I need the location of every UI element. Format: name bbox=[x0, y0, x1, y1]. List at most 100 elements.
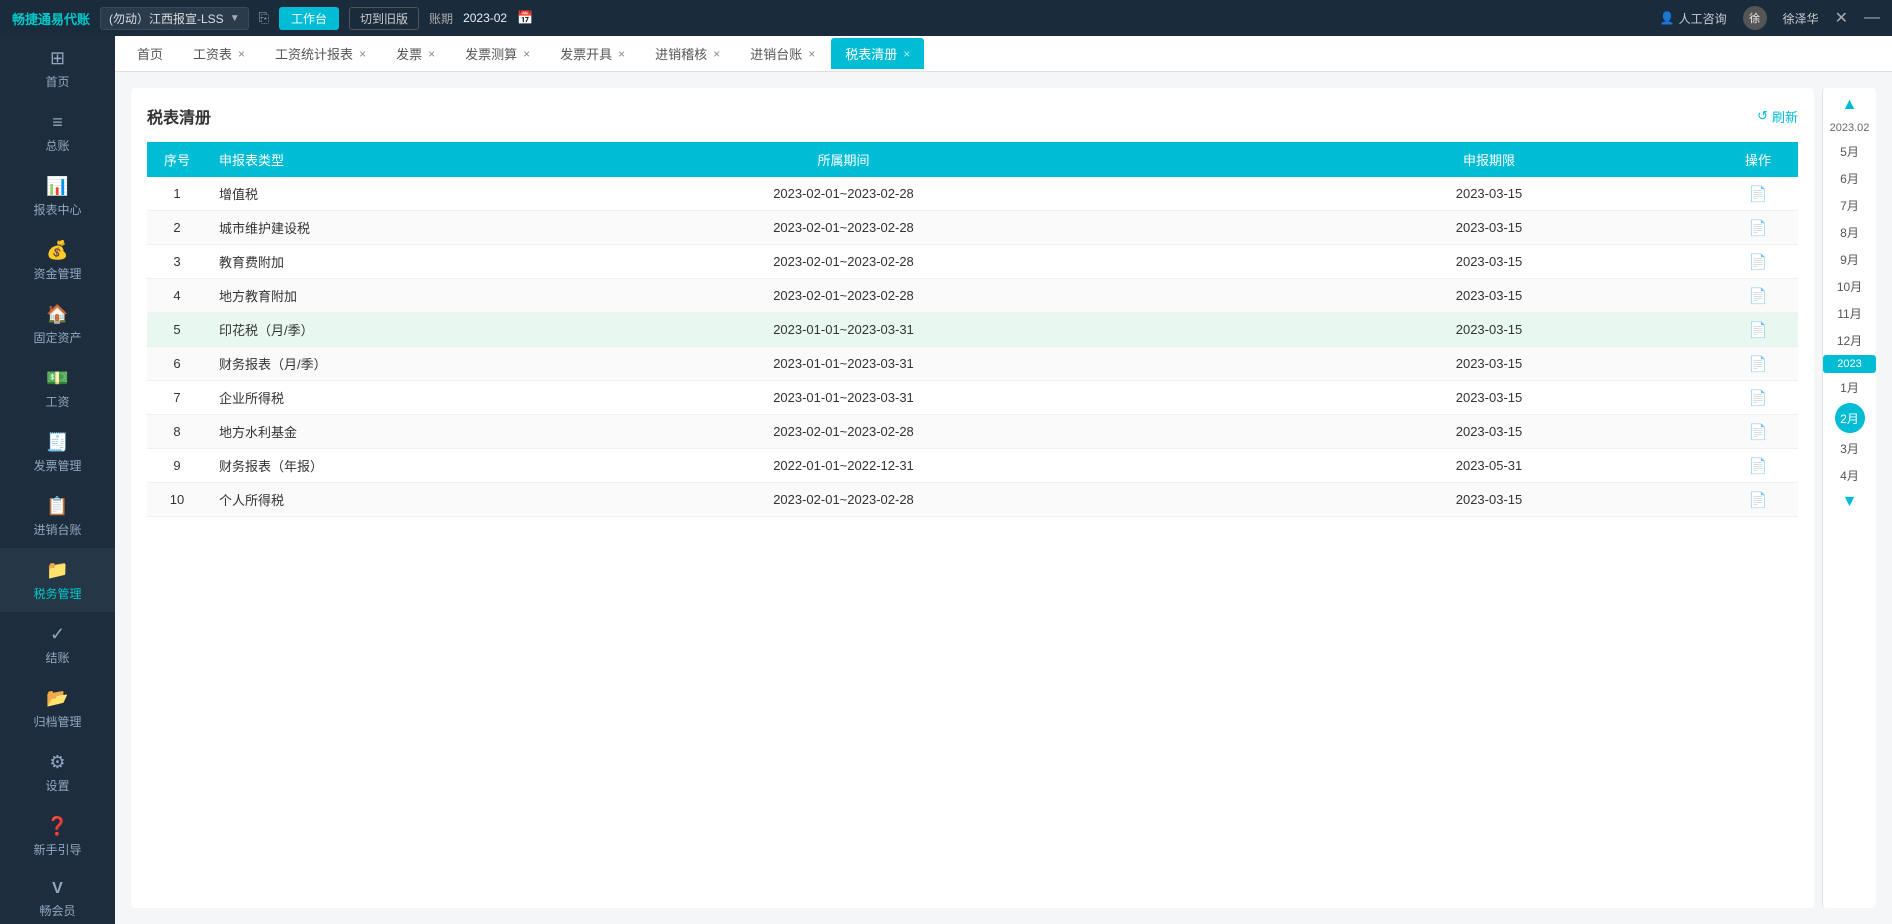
col-type: 申报表类型 bbox=[207, 142, 427, 177]
sidebar-item-in-out[interactable]: 📋 进销台账 bbox=[0, 484, 115, 548]
cell-period: 2023-01-01~2023-03-31 bbox=[427, 347, 1260, 381]
sidebar-item-settings[interactable]: ⚙ 设置 bbox=[0, 740, 115, 804]
edit-icon[interactable]: 📄 bbox=[1749, 492, 1768, 509]
cell-action: 📄 bbox=[1718, 313, 1798, 347]
cell-type: 企业所得税 bbox=[207, 381, 427, 415]
sidebar-item-home[interactable]: ⊞ 首页 bbox=[0, 36, 115, 100]
cell-no: 3 bbox=[147, 245, 207, 279]
timeline-month-11[interactable]: 11月 bbox=[1823, 300, 1876, 327]
sidebar-item-invoice[interactable]: 🧾 发票管理 bbox=[0, 420, 115, 484]
edit-icon[interactable]: 📄 bbox=[1749, 288, 1768, 305]
timeline-month-3[interactable]: 3月 bbox=[1823, 435, 1876, 462]
timeline-year-2023[interactable]: 2023 bbox=[1823, 355, 1876, 373]
cell-action: 📄 bbox=[1718, 449, 1798, 483]
cell-type: 地方教育附加 bbox=[207, 279, 427, 313]
human-consult-btn[interactable]: 👤 人工咨询 bbox=[1660, 10, 1727, 27]
tab-label-in-out-check: 进销稽核 bbox=[655, 44, 707, 63]
close-icon[interactable]: × bbox=[428, 47, 435, 61]
cell-deadline: 2023-03-15 bbox=[1260, 279, 1718, 313]
edit-icon[interactable]: 📄 bbox=[1749, 220, 1768, 237]
edit-icon[interactable]: 📄 bbox=[1749, 424, 1768, 441]
tab-payroll-stats[interactable]: 工资统计报表 × bbox=[261, 38, 380, 69]
edit-icon[interactable]: 📄 bbox=[1749, 356, 1768, 373]
sidebar-label-invoice: 发票管理 bbox=[33, 457, 81, 474]
tab-tax-clearance[interactable]: 税表清册 × bbox=[831, 38, 924, 69]
company-selector[interactable]: (勿动）江西报宣-LSS ▼ bbox=[100, 7, 249, 30]
cell-action: 📄 bbox=[1718, 245, 1798, 279]
close-icon[interactable]: × bbox=[238, 47, 245, 61]
copy-icon[interactable]: ⎘ bbox=[259, 10, 269, 26]
timeline-month-10[interactable]: 10月 bbox=[1823, 273, 1876, 300]
cell-action: 📄 bbox=[1718, 347, 1798, 381]
main-panel: 税表清册 ↺ 刷新 序号 申报表类型 所属期间 申报期限 操作 bbox=[131, 88, 1814, 908]
user-name[interactable]: 徐泽华 bbox=[1783, 10, 1819, 27]
sidebar-label-member: 畅会员 bbox=[39, 902, 75, 919]
sidebar-item-fund[interactable]: 💰 资金管理 bbox=[0, 228, 115, 292]
refresh-button[interactable]: ↺ 刷新 bbox=[1757, 107, 1798, 126]
sidebar-item-ledger[interactable]: ≡ 总账 bbox=[0, 100, 115, 164]
settlement-icon: ✓ bbox=[50, 624, 65, 645]
tab-invoice[interactable]: 发票 × bbox=[382, 38, 449, 69]
timeline-month-9[interactable]: 9月 bbox=[1823, 246, 1876, 273]
sidebar-label-tax: 税务管理 bbox=[33, 585, 81, 602]
sidebar-item-salary[interactable]: 💵 工资 bbox=[0, 356, 115, 420]
workbench-button[interactable]: 工作台 bbox=[279, 7, 339, 30]
timeline-nav-up[interactable]: ▲ bbox=[1838, 92, 1862, 118]
cell-deadline: 2023-03-15 bbox=[1260, 313, 1718, 347]
tab-payroll[interactable]: 工资表 × bbox=[179, 38, 259, 69]
timeline-month-7[interactable]: 7月 bbox=[1823, 192, 1876, 219]
edit-icon[interactable]: 📄 bbox=[1749, 254, 1768, 271]
switch-old-button[interactable]: 切到旧版 bbox=[349, 7, 419, 30]
sidebar-item-member[interactable]: V 畅会员 bbox=[0, 868, 115, 924]
sidebar-item-report[interactable]: 📊 报表中心 bbox=[0, 164, 115, 228]
timeline-month-4[interactable]: 4月 bbox=[1823, 462, 1876, 489]
edit-icon[interactable]: 📄 bbox=[1749, 390, 1768, 407]
close-window-icon[interactable]: ✕ bbox=[1835, 8, 1848, 28]
sidebar-item-guide[interactable]: ❓ 新手引导 bbox=[0, 804, 115, 868]
tab-invoice-calc[interactable]: 发票测算 × bbox=[451, 38, 544, 69]
timeline-month-5[interactable]: 5月 bbox=[1823, 138, 1876, 165]
col-deadline: 申报期限 bbox=[1260, 142, 1718, 177]
sidebar-item-fixed-assets[interactable]: 🏠 固定资产 bbox=[0, 292, 115, 356]
timeline-month-8[interactable]: 8月 bbox=[1823, 219, 1876, 246]
timeline-year-label: 2023.02 bbox=[1828, 118, 1872, 138]
sidebar-label-fund: 资金管理 bbox=[33, 265, 81, 282]
cell-period: 2022-01-01~2022-12-31 bbox=[427, 449, 1260, 483]
tab-invoice-open[interactable]: 发票开具 × bbox=[546, 38, 639, 69]
report-icon: 📊 bbox=[46, 176, 68, 197]
tab-in-out-ledger[interactable]: 进销台账 × bbox=[736, 38, 829, 69]
ledger-icon: ≡ bbox=[52, 112, 63, 133]
timeline-month-6[interactable]: 6月 bbox=[1823, 165, 1876, 192]
top-bar-actions: 👤 人工咨询 徐 徐泽华 ✕ — bbox=[1660, 6, 1880, 30]
close-icon[interactable]: × bbox=[903, 47, 910, 61]
cell-deadline: 2023-03-15 bbox=[1260, 381, 1718, 415]
table-row: 2 城市维护建设税 2023-02-01~2023-02-28 2023-03-… bbox=[147, 211, 1798, 245]
timeline-month-2-active[interactable]: 2月 bbox=[1835, 403, 1865, 433]
timeline-month-12[interactable]: 12月 bbox=[1823, 327, 1876, 354]
cell-no: 5 bbox=[147, 313, 207, 347]
sidebar-item-archive[interactable]: 📂 归档管理 bbox=[0, 676, 115, 740]
timeline-month-1[interactable]: 1月 bbox=[1823, 374, 1876, 401]
cell-deadline: 2023-03-15 bbox=[1260, 211, 1718, 245]
edit-icon[interactable]: 📄 bbox=[1749, 186, 1768, 203]
cell-deadline: 2023-03-15 bbox=[1260, 177, 1718, 211]
settings-icon: ⚙ bbox=[49, 752, 65, 773]
tab-home[interactable]: 首页 bbox=[123, 38, 177, 69]
cell-period: 2023-01-01~2023-03-31 bbox=[427, 313, 1260, 347]
close-icon[interactable]: × bbox=[523, 47, 530, 61]
sidebar-item-settlement[interactable]: ✓ 结账 bbox=[0, 612, 115, 676]
close-icon[interactable]: × bbox=[713, 47, 720, 61]
period-label: 账期 bbox=[429, 10, 453, 27]
timeline-nav-down[interactable]: ▼ bbox=[1838, 489, 1862, 515]
sidebar-item-tax[interactable]: 📁 税务管理 bbox=[0, 548, 115, 612]
archive-icon: 📂 bbox=[46, 688, 68, 709]
edit-icon[interactable]: 📄 bbox=[1749, 322, 1768, 339]
close-icon[interactable]: × bbox=[808, 47, 815, 61]
minimize-icon[interactable]: — bbox=[1864, 9, 1880, 27]
edit-icon[interactable]: 📄 bbox=[1749, 458, 1768, 475]
close-icon[interactable]: × bbox=[359, 47, 366, 61]
tab-in-out-check[interactable]: 进销稽核 × bbox=[641, 38, 734, 69]
calendar-icon[interactable]: 📅 bbox=[517, 10, 533, 26]
cell-type: 个人所得税 bbox=[207, 483, 427, 517]
close-icon[interactable]: × bbox=[618, 47, 625, 61]
